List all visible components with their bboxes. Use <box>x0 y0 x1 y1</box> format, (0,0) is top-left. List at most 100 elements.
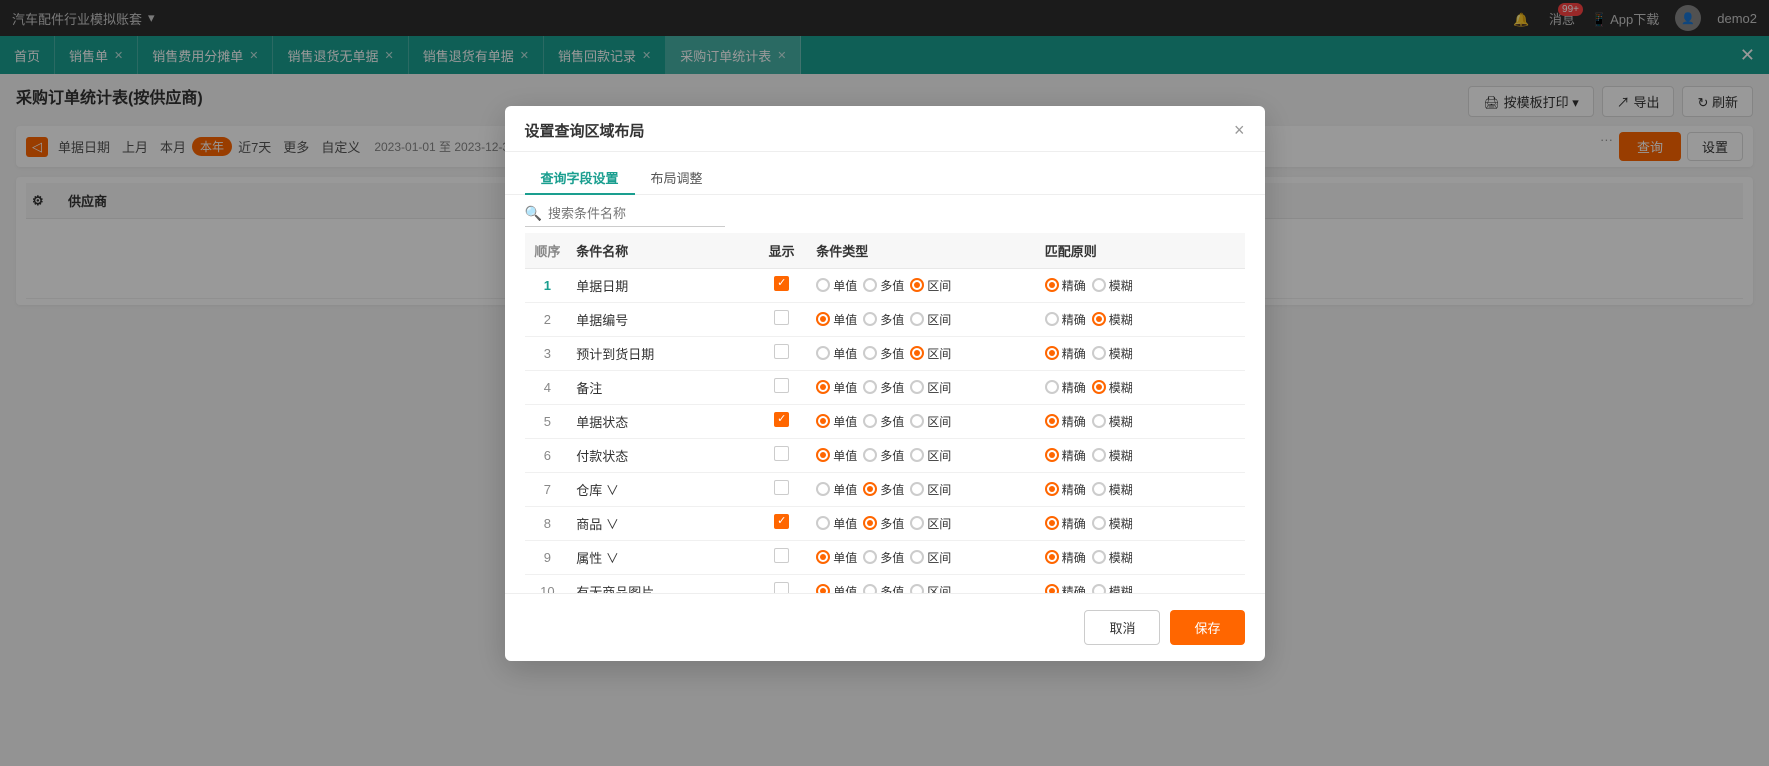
radio-type-multi[interactable]: 多值 <box>863 345 904 362</box>
radio-match-fuzzy[interactable]: 模糊 <box>1092 311 1133 328</box>
radio-dot-match-fuzzy[interactable] <box>1092 278 1106 292</box>
radio-dot-range[interactable] <box>910 516 924 530</box>
radio-type-range[interactable]: 区间 <box>910 481 951 498</box>
radio-match-exact[interactable]: 精确 <box>1045 447 1086 464</box>
row-display-checkbox[interactable] <box>753 302 810 336</box>
radio-type-range[interactable]: 区间 <box>910 379 951 396</box>
row-display-checkbox[interactable] <box>753 574 810 593</box>
radio-type-range[interactable]: 区间 <box>910 413 951 430</box>
radio-type-range[interactable]: 区间 <box>910 583 951 593</box>
checkbox-unchecked[interactable] <box>774 548 789 563</box>
radio-type-single[interactable]: 单值 <box>816 311 857 328</box>
radio-match-exact[interactable]: 精确 <box>1045 583 1086 593</box>
dialog-close-button[interactable]: × <box>1234 120 1245 141</box>
radio-dot-multi[interactable] <box>863 482 877 496</box>
radio-dot-range[interactable] <box>910 584 924 593</box>
save-button[interactable]: 保存 <box>1170 610 1244 645</box>
checkbox-checked[interactable] <box>774 412 789 427</box>
radio-dot-match-exact[interactable] <box>1045 482 1059 496</box>
radio-match-fuzzy[interactable]: 模糊 <box>1092 277 1133 294</box>
row-display-checkbox[interactable] <box>753 506 810 540</box>
radio-type-range[interactable]: 区间 <box>910 277 951 294</box>
radio-match-fuzzy[interactable]: 模糊 <box>1092 481 1133 498</box>
radio-match-fuzzy[interactable]: 模糊 <box>1092 515 1133 532</box>
radio-dot-match-fuzzy[interactable] <box>1092 584 1106 593</box>
radio-dot-single[interactable] <box>816 346 830 360</box>
row-display-checkbox[interactable] <box>753 404 810 438</box>
radio-type-single[interactable]: 单值 <box>816 345 857 362</box>
search-input[interactable] <box>548 206 708 221</box>
row-display-checkbox[interactable] <box>753 540 810 574</box>
row-display-checkbox[interactable] <box>753 438 810 472</box>
checkbox-checked[interactable] <box>774 514 789 529</box>
radio-dot-match-fuzzy[interactable] <box>1092 482 1106 496</box>
row-display-checkbox[interactable] <box>753 472 810 506</box>
radio-dot-multi[interactable] <box>863 550 877 564</box>
radio-dot-range[interactable] <box>910 448 924 462</box>
radio-type-single[interactable]: 单值 <box>816 583 857 593</box>
checkbox-unchecked[interactable] <box>774 582 789 593</box>
radio-match-exact[interactable]: 精确 <box>1045 549 1086 566</box>
radio-dot-single[interactable] <box>816 584 830 593</box>
radio-dot-match-exact[interactable] <box>1045 516 1059 530</box>
checkbox-checked[interactable] <box>774 276 789 291</box>
radio-dot-match-fuzzy[interactable] <box>1092 516 1106 530</box>
radio-dot-single[interactable] <box>816 312 830 326</box>
radio-match-exact[interactable]: 精确 <box>1045 311 1086 328</box>
radio-dot-match-fuzzy[interactable] <box>1092 550 1106 564</box>
radio-dot-range[interactable] <box>910 550 924 564</box>
radio-type-single[interactable]: 单值 <box>816 413 857 430</box>
radio-dot-range[interactable] <box>910 278 924 292</box>
radio-match-fuzzy[interactable]: 模糊 <box>1092 447 1133 464</box>
radio-match-fuzzy[interactable]: 模糊 <box>1092 345 1133 362</box>
radio-dot-multi[interactable] <box>863 346 877 360</box>
radio-dot-range[interactable] <box>910 380 924 394</box>
radio-dot-match-fuzzy[interactable] <box>1092 312 1106 326</box>
radio-match-fuzzy[interactable]: 模糊 <box>1092 379 1133 396</box>
checkbox-unchecked[interactable] <box>774 378 789 393</box>
radio-dot-match-fuzzy[interactable] <box>1092 448 1106 462</box>
radio-match-exact[interactable]: 精确 <box>1045 277 1086 294</box>
radio-type-multi[interactable]: 多值 <box>863 413 904 430</box>
radio-dot-multi[interactable] <box>863 380 877 394</box>
row-display-checkbox[interactable] <box>753 268 810 302</box>
radio-type-range[interactable]: 区间 <box>910 515 951 532</box>
radio-type-multi[interactable]: 多值 <box>863 311 904 328</box>
radio-dot-match-fuzzy[interactable] <box>1092 346 1106 360</box>
radio-type-single[interactable]: 单值 <box>816 549 857 566</box>
radio-type-range[interactable]: 区间 <box>910 311 951 328</box>
radio-match-exact[interactable]: 精确 <box>1045 413 1086 430</box>
radio-match-exact[interactable]: 精确 <box>1045 515 1086 532</box>
radio-dot-match-exact[interactable] <box>1045 380 1059 394</box>
dialog-tab-layout[interactable]: 布局调整 <box>635 162 719 195</box>
cancel-button[interactable]: 取消 <box>1084 610 1160 645</box>
radio-match-exact[interactable]: 精确 <box>1045 379 1086 396</box>
radio-type-single[interactable]: 单值 <box>816 515 857 532</box>
radio-dot-range[interactable] <box>910 482 924 496</box>
radio-dot-match-exact[interactable] <box>1045 414 1059 428</box>
radio-dot-match-exact[interactable] <box>1045 550 1059 564</box>
radio-dot-single[interactable] <box>816 448 830 462</box>
radio-dot-match-exact[interactable] <box>1045 346 1059 360</box>
radio-type-single[interactable]: 单值 <box>816 447 857 464</box>
radio-type-range[interactable]: 区间 <box>910 447 951 464</box>
radio-dot-range[interactable] <box>910 414 924 428</box>
radio-dot-match-exact[interactable] <box>1045 312 1059 326</box>
radio-type-multi[interactable]: 多值 <box>863 379 904 396</box>
radio-match-fuzzy[interactable]: 模糊 <box>1092 549 1133 566</box>
radio-type-multi[interactable]: 多值 <box>863 277 904 294</box>
radio-type-single[interactable]: 单值 <box>816 379 857 396</box>
radio-match-fuzzy[interactable]: 模糊 <box>1092 413 1133 430</box>
checkbox-unchecked[interactable] <box>774 310 789 325</box>
radio-dot-range[interactable] <box>910 346 924 360</box>
radio-match-exact[interactable]: 精确 <box>1045 345 1086 362</box>
radio-dot-single[interactable] <box>816 278 830 292</box>
dialog-tab-fields[interactable]: 查询字段设置 <box>525 162 635 195</box>
radio-dot-multi[interactable] <box>863 516 877 530</box>
radio-dot-match-fuzzy[interactable] <box>1092 380 1106 394</box>
radio-dot-match-exact[interactable] <box>1045 584 1059 593</box>
radio-match-exact[interactable]: 精确 <box>1045 481 1086 498</box>
radio-type-multi[interactable]: 多值 <box>863 549 904 566</box>
radio-dot-single[interactable] <box>816 550 830 564</box>
radio-dot-multi[interactable] <box>863 584 877 593</box>
